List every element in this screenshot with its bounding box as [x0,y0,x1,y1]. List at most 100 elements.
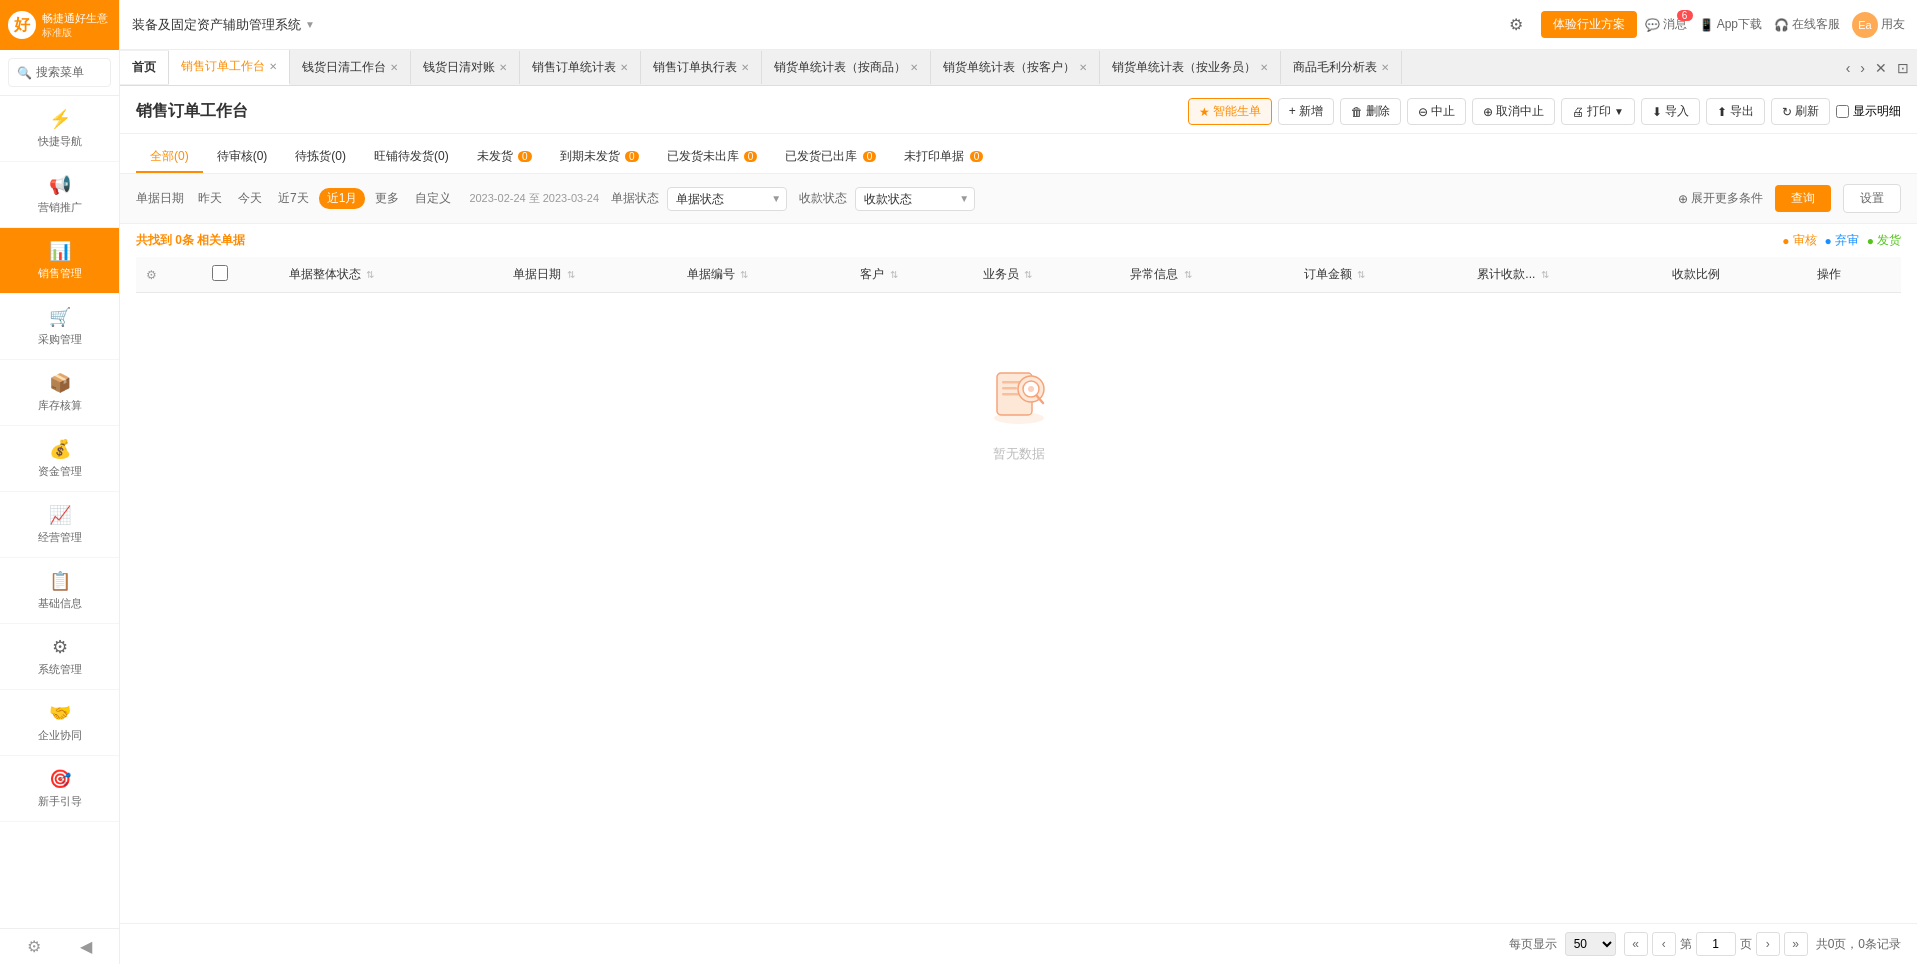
filter-date-group: 单据日期 昨天 今天 近7天 近1月 更多 自定义 2023-02-24 至 2… [136,188,599,209]
col-abnormal[interactable]: 异常信息 ⇅ [1120,257,1293,293]
tab-scroll-left[interactable]: ‹ [1842,56,1855,80]
tab-close-stats-customer[interactable]: ✕ [1079,62,1087,73]
prev-page-button[interactable]: ‹ [1652,932,1676,956]
user-menu-button[interactable]: Ea 用友 [1852,12,1905,38]
export-button[interactable]: ⬆ 导出 [1706,98,1765,125]
review-action-btn[interactable]: ● 审核 [1782,232,1816,249]
date-yesterday-btn[interactable]: 昨天 [192,188,228,209]
sub-tab-not-shipped[interactable]: 未发货 0 [463,142,546,173]
tab-sales-order-workbench[interactable]: 销售订单工作台 ✕ [169,50,290,85]
tab-sales-stats-product[interactable]: 销货单统计表（按商品） ✕ [762,51,931,84]
sidebar-item-inventory[interactable]: 📦 库存核算 [0,360,119,426]
suspend-button[interactable]: ⊖ 中止 [1407,98,1466,125]
tab-close-order-stats[interactable]: ✕ [620,62,628,73]
tab-cash-daily[interactable]: 钱货日清工作台 ✕ [290,51,411,84]
date-7days-btn[interactable]: 近7天 [272,188,315,209]
shipped-out-badge: 0 [863,151,877,162]
sidebar-item-purchase[interactable]: 🛒 采购管理 [0,294,119,360]
date-1month-btn[interactable]: 近1月 [319,188,366,209]
tab-cash-reconcile[interactable]: 钱货日清对账 ✕ [411,51,520,84]
filter-payment-select[interactable]: 收款状态 [855,187,975,211]
tab-close-cash-reconcile[interactable]: ✕ [499,62,507,73]
query-button[interactable]: 查询 [1775,185,1831,212]
cancel-review-action-btn[interactable]: ● 弃审 [1825,232,1859,249]
page-input[interactable] [1696,932,1736,956]
sub-tab-overdue-not-shipped[interactable]: 到期未发货 0 [546,142,653,173]
sub-tab-pending-review[interactable]: 待审核(0) [203,142,282,173]
date-more-btn[interactable]: 更多 [369,188,405,209]
delete-button[interactable]: 🗑 删除 [1340,98,1401,125]
tab-maximize[interactable]: ⊡ [1893,56,1913,80]
sub-tab-all[interactable]: 全部(0) [136,142,203,173]
sidebar-item-operations[interactable]: 📈 经营管理 [0,492,119,558]
add-button[interactable]: + 新增 [1278,98,1334,125]
col-date[interactable]: 单据日期 ⇅ [503,257,676,293]
show-detail-checkbox[interactable] [1836,105,1849,118]
page-size-label: 每页显示 [1509,936,1557,953]
table-settings-icon[interactable]: ⚙ [146,268,157,282]
select-all-checkbox[interactable] [212,265,228,281]
sidebar-settings-button[interactable]: ⚙ [27,937,41,956]
message-badge: 6 [1677,10,1693,21]
sidebar-item-enterprise[interactable]: 🤝 企业协同 [0,690,119,756]
cancel-suspend-button[interactable]: ⊕ 取消中止 [1472,98,1555,125]
print-button[interactable]: 🖨 打印 ▼ [1561,98,1635,125]
tab-scroll-right[interactable]: › [1856,56,1869,80]
col-number[interactable]: 单据编号 ⇅ [677,257,850,293]
tab-close-sales-order[interactable]: ✕ [269,61,277,72]
tab-sales-order-exec[interactable]: 销售订单执行表 ✕ [641,51,762,84]
tab-sales-order-stats[interactable]: 销售订单统计表 ✕ [520,51,641,84]
first-page-button[interactable]: « [1624,932,1648,956]
date-custom-btn[interactable]: 自定义 [409,188,457,209]
filter-status-select[interactable]: 单据状态 [667,187,787,211]
sidebar-item-guide[interactable]: 🎯 新手引导 [0,756,119,822]
sidebar-item-sales[interactable]: 📊 销售管理 [0,228,119,294]
sidebar-item-finance[interactable]: 💰 资金管理 [0,426,119,492]
industry-solution-button[interactable]: 体验行业方案 [1541,11,1637,38]
filter-setting-button[interactable]: 设置 [1843,184,1901,213]
col-status[interactable]: 单据整体状态 ⇅ [279,257,504,293]
sidebar-item-marketing[interactable]: 📢 营销推广 [0,162,119,228]
tab-close-order-exec[interactable]: ✕ [741,62,749,73]
tab-close-margin[interactable]: ✕ [1381,62,1389,73]
print-arrow-icon: ▼ [1614,106,1624,117]
sidebar-item-quick-nav[interactable]: ⚡ 快捷导航 [0,96,119,162]
app-download-button[interactable]: 📱 App下载 [1699,16,1762,33]
date-today-btn[interactable]: 今天 [232,188,268,209]
next-page-button[interactable]: › [1756,932,1780,956]
online-service-button[interactable]: 🎧 在线客服 [1774,16,1840,33]
sidebar-item-system[interactable]: ⚙ 系统管理 [0,624,119,690]
page-size-select[interactable]: 50 10 20 100 [1565,932,1616,956]
col-customer[interactable]: 客户 ⇅ [850,257,972,293]
tab-product-margin[interactable]: 商品毛利分析表 ✕ [1281,51,1402,84]
message-button[interactable]: 💬 消息 6 [1645,16,1687,33]
sub-tab-wangpu-pending[interactable]: 旺铺待发货(0) [360,142,463,173]
import-button[interactable]: ⬇ 导入 [1641,98,1700,125]
sub-tab-shipped-not-out[interactable]: 已发货未出库 0 [653,142,772,173]
tab-home[interactable]: 首页 [120,51,169,84]
tab-close-stats-salesperson[interactable]: ✕ [1260,62,1268,73]
tab-close-stats-product[interactable]: ✕ [910,62,918,73]
col-collected[interactable]: 累计收款... ⇅ [1467,257,1662,293]
sidebar-collapse-button[interactable]: ◀ [80,937,92,956]
smart-create-button[interactable]: ★ 智能生单 [1188,98,1272,125]
ship-action-btn[interactable]: ● 发货 [1867,232,1901,249]
tab-sales-stats-customer[interactable]: 销货单统计表（按客户） ✕ [931,51,1100,84]
refresh-button[interactable]: ↻ 刷新 [1771,98,1830,125]
tab-close-all[interactable]: ✕ [1871,56,1891,80]
sidebar-item-basic-info[interactable]: 📋 基础信息 [0,558,119,624]
col-amount[interactable]: 订单金额 ⇅ [1294,257,1467,293]
filter-expand-btn[interactable]: ⊕ 展开更多条件 [1678,190,1763,207]
sub-tab-shipped-out[interactable]: 已发货已出库 0 [771,142,890,173]
table-scrollbar[interactable] [120,911,1917,923]
search-menu-button[interactable]: 🔍 搜索菜单 [8,58,111,87]
sub-tab-pending-pick[interactable]: 待拣货(0) [281,142,360,173]
sub-tabs: 全部(0) 待审核(0) 待拣货(0) 旺铺待发货(0) 未发货 0 到期未发货… [120,134,1917,174]
show-detail-checkbox-label[interactable]: 显示明细 [1836,103,1901,120]
col-salesperson[interactable]: 业务员 ⇅ [973,257,1121,293]
sub-tab-not-printed[interactable]: 未打印单据 0 [890,142,997,173]
last-page-button[interactable]: » [1784,932,1808,956]
topbar-settings-button[interactable]: ⚙ [1499,11,1533,38]
tab-sales-stats-salesperson[interactable]: 销货单统计表（按业务员） ✕ [1100,51,1281,84]
tab-close-cash-daily[interactable]: ✕ [390,62,398,73]
